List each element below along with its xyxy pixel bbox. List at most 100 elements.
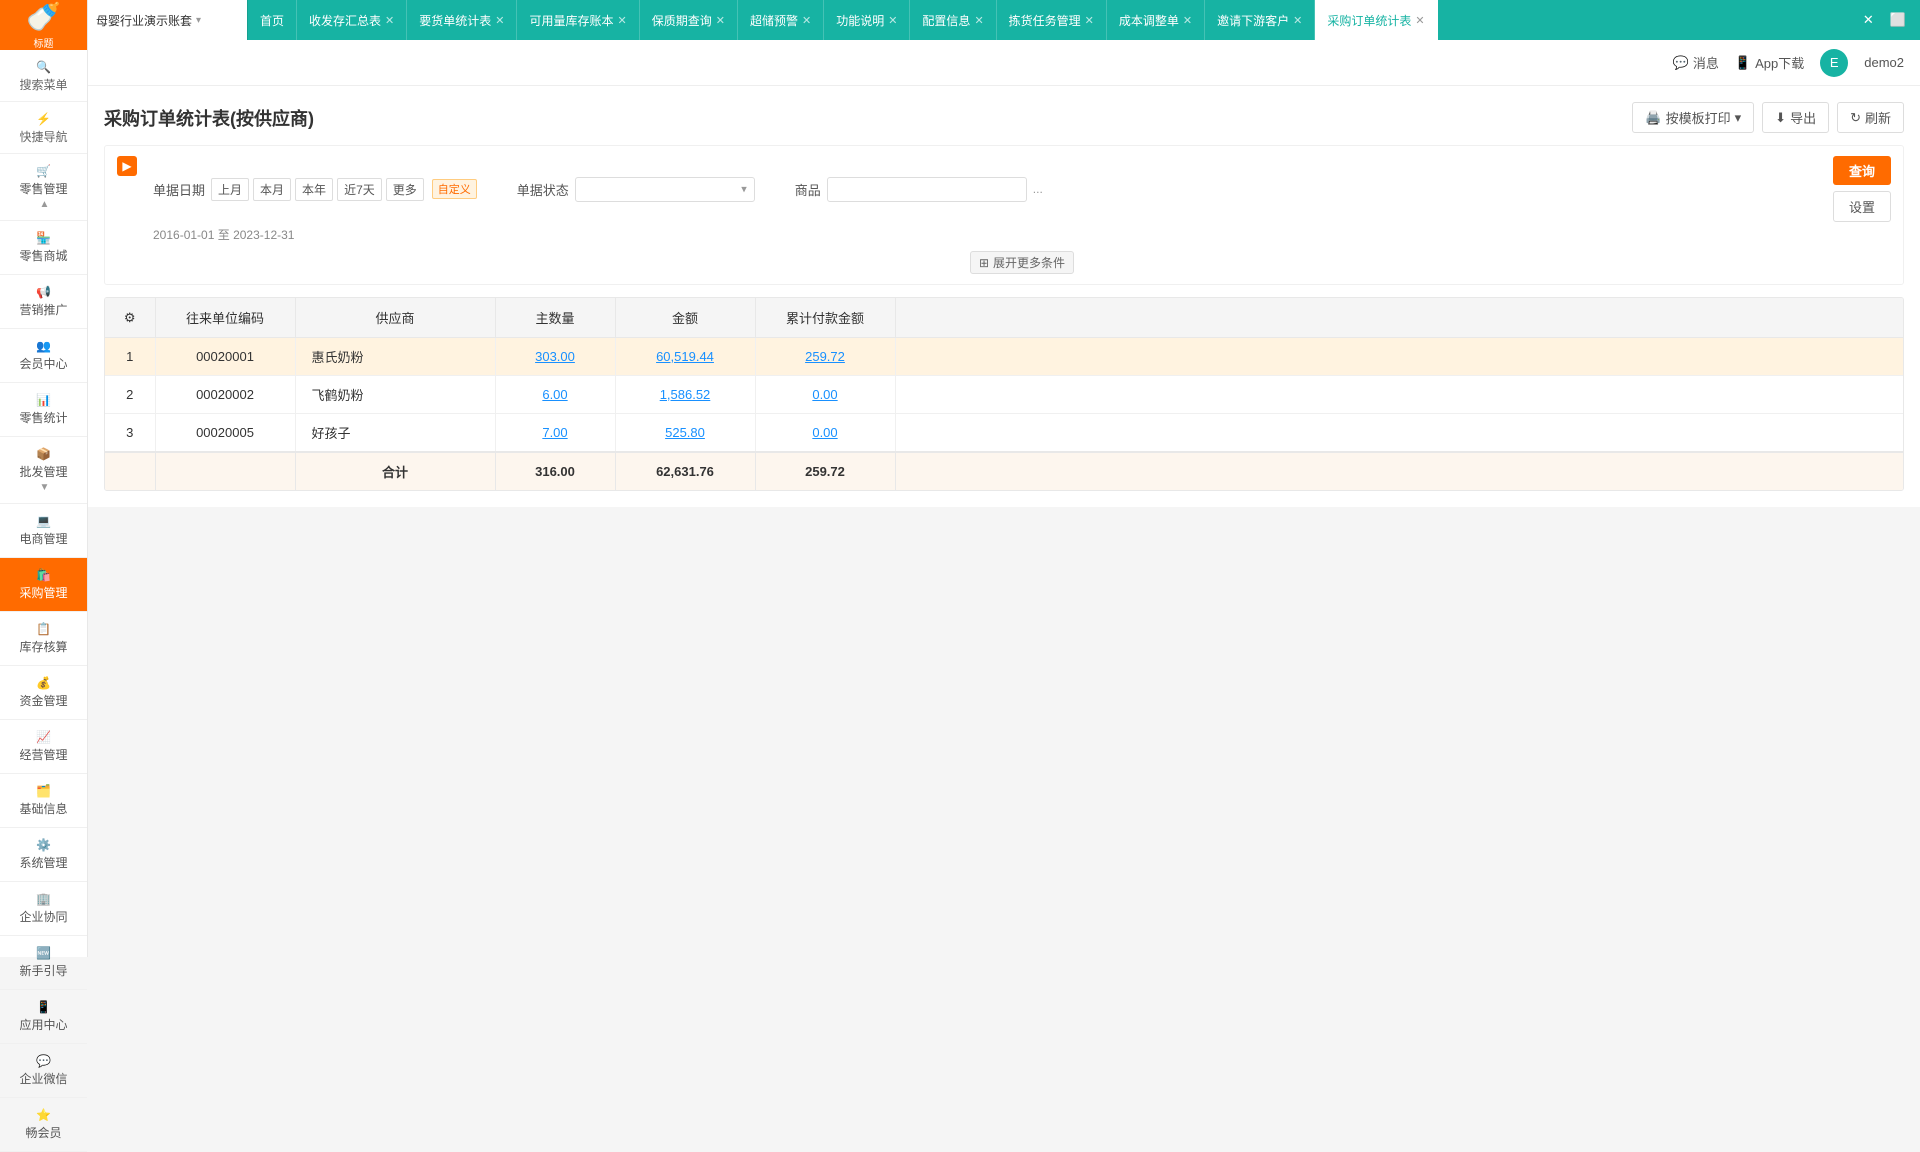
close-icon[interactable]: ✕: [618, 14, 627, 27]
topbar-tabs: 首页 收发存汇总表 ✕ 要货单统计表 ✕ 可用量库存账本 ✕ 保质期查询 ✕ 超…: [248, 0, 1849, 40]
sidebar-item-wholesale[interactable]: 📦 批发管理 ▼: [0, 437, 87, 504]
tab-task[interactable]: 拣货任务管理 ✕: [997, 0, 1107, 40]
goods-input[interactable]: [827, 177, 1027, 202]
tab-label: 拣货任务管理: [1009, 12, 1081, 29]
close-icon[interactable]: ✕: [888, 14, 897, 27]
close-icon[interactable]: ✕: [495, 14, 504, 27]
sidebar-item-newbie[interactable]: 🆕 新手引导: [0, 936, 87, 990]
sidebar-item-label: 基础信息: [19, 800, 67, 817]
tab-order-stats[interactable]: 要货单统计表 ✕: [407, 0, 517, 40]
sidebar-item-label: 库存核算: [19, 638, 67, 655]
footer-amount: 62,631.76: [615, 452, 755, 490]
col-settings-icon[interactable]: ⚙: [105, 298, 155, 338]
sidebar-item-retail-shop[interactable]: 🏪 零售商城: [0, 221, 87, 275]
expand-conditions-btn[interactable]: ⊞ 展开更多条件: [970, 251, 1074, 274]
sidebar-search-label: 搜索菜单: [4, 76, 83, 93]
tab-cost[interactable]: 成本调整单 ✕: [1107, 0, 1205, 40]
filter-toggle-btn[interactable]: ▶: [117, 156, 137, 176]
sidebar-item-appstore[interactable]: 📱 应用中心: [0, 990, 87, 1044]
cell-amount[interactable]: 60,519.44: [615, 338, 755, 376]
close-window-btn[interactable]: ✕: [1859, 10, 1878, 30]
cell-paid[interactable]: 0.00: [755, 414, 895, 453]
footer-empty: [105, 452, 155, 490]
account-dropdown[interactable]: 母婴行业演示账套 ▾: [88, 0, 248, 40]
sidebar-item-finance[interactable]: 💰 资金管理: [0, 666, 87, 720]
sidebar-item-purchase[interactable]: 🛍️ 采购管理: [0, 558, 87, 612]
query-btn[interactable]: 查询: [1833, 156, 1891, 185]
sidebar-item-operations[interactable]: 📈 经营管理: [0, 720, 87, 774]
stats-icon: 📊: [36, 393, 51, 407]
sidebar-search-item[interactable]: 🔍 搜索菜单: [0, 50, 87, 102]
tab-expiry[interactable]: 保质期查询 ✕: [640, 0, 738, 40]
sidebar-item-members[interactable]: 👥 会员中心: [0, 329, 87, 383]
cell-qty[interactable]: 303.00: [495, 338, 615, 376]
tab-receive[interactable]: 收发存汇总表 ✕: [297, 0, 407, 40]
sidebar-item-retail-stats[interactable]: 📊 零售统计: [0, 383, 87, 437]
finance-icon: 💰: [36, 676, 51, 690]
footer-label: 合计: [295, 452, 495, 490]
sidebar-item-label: 电商管理: [19, 530, 67, 547]
shortcut-this-year[interactable]: 本年: [295, 178, 333, 201]
filter-status-item: 单据状态: [517, 177, 755, 202]
cell-paid[interactable]: 0.00: [755, 376, 895, 414]
expand-icon: ⊞: [979, 256, 989, 270]
sidebar-item-label: 新手引导: [19, 962, 67, 979]
user-name[interactable]: demo2: [1864, 55, 1904, 70]
settings-btn[interactable]: 设置: [1833, 191, 1891, 222]
shortcut-last-month[interactable]: 上月: [211, 178, 249, 201]
shortcut-7days[interactable]: 近7天: [337, 178, 382, 201]
tab-home[interactable]: 首页: [248, 0, 297, 40]
close-icon[interactable]: ✕: [1415, 14, 1424, 27]
header-app-btn[interactable]: 📱 App下载: [1735, 53, 1804, 72]
page-actions: 🖨️ 按模板打印 ▾ ⬇ 导出 ↻ 刷新: [1632, 102, 1904, 133]
tab-invite[interactable]: 邀请下游客户 ✕: [1205, 0, 1315, 40]
sidebar-item-ecommerce[interactable]: 💻 电商管理: [0, 504, 87, 558]
sidebar-item-label: 零售统计: [19, 409, 67, 426]
tab-config[interactable]: 配置信息 ✕: [910, 0, 996, 40]
sidebar-nav-item[interactable]: ⚡ 快捷导航: [0, 102, 87, 154]
close-icon[interactable]: ✕: [1293, 14, 1302, 27]
close-icon[interactable]: ✕: [385, 14, 394, 27]
cell-code: 00020002: [155, 376, 295, 414]
col-code-header: 往来单位编码: [155, 298, 295, 338]
shortcut-this-month[interactable]: 本月: [253, 178, 291, 201]
sidebar-item-label: 系统管理: [19, 854, 67, 871]
status-select[interactable]: [575, 177, 755, 202]
print-btn[interactable]: 🖨️ 按模板打印 ▾: [1632, 102, 1754, 133]
sidebar-item-vip[interactable]: ⭐ 畅会员: [0, 1098, 87, 1152]
tab-function[interactable]: 功能说明 ✕: [824, 0, 910, 40]
cell-qty[interactable]: 7.00: [495, 414, 615, 453]
tab-stock-book[interactable]: 可用量库存账本 ✕: [517, 0, 639, 40]
sidebar-item-system[interactable]: ⚙️ 系统管理: [0, 828, 87, 882]
header-msg-btn[interactable]: 💬 消息: [1673, 53, 1719, 72]
maximize-window-btn[interactable]: ⬜: [1886, 10, 1910, 30]
tab-overstock[interactable]: 超储预警 ✕: [738, 0, 824, 40]
sidebar-item-label: 营销推广: [19, 301, 67, 318]
close-icon[interactable]: ✕: [716, 14, 725, 27]
close-icon[interactable]: ✕: [974, 14, 983, 27]
export-btn[interactable]: ⬇ 导出: [1762, 102, 1829, 133]
close-icon[interactable]: ✕: [1183, 14, 1192, 27]
account-name: 母婴行业演示账套: [96, 12, 192, 29]
cell-amount[interactable]: 1,586.52: [615, 376, 755, 414]
close-icon[interactable]: ✕: [1085, 14, 1094, 27]
more-options-btn[interactable]: ...: [1033, 182, 1043, 196]
sidebar-item-inventory[interactable]: 📋 库存核算: [0, 612, 87, 666]
sidebar-item-label: 会员中心: [19, 355, 67, 372]
cell-qty[interactable]: 6.00: [495, 376, 615, 414]
tab-label: 配置信息: [922, 12, 970, 29]
sidebar-item-marketing[interactable]: 📢 营销推广: [0, 275, 87, 329]
sidebar-item-enterprise[interactable]: 🏢 企业协同: [0, 882, 87, 936]
user-avatar[interactable]: E: [1820, 49, 1848, 77]
tab-purchase-stats[interactable]: 采购订单统计表 ✕: [1315, 0, 1437, 40]
cell-paid[interactable]: 259.72: [755, 338, 895, 376]
table-header-row: ⚙ 往来单位编码 供应商 主数量 金额 累计付款金额: [105, 298, 1903, 338]
sidebar-item-basic[interactable]: 🗂️ 基础信息: [0, 774, 87, 828]
sidebar-item-wechat[interactable]: 💬 企业微信: [0, 1044, 87, 1098]
cell-amount[interactable]: 525.80: [615, 414, 755, 453]
sidebar-item-retail[interactable]: 🛒 零售管理 ▲: [0, 154, 87, 221]
refresh-btn[interactable]: ↻ 刷新: [1837, 102, 1904, 133]
shortcut-more[interactable]: 更多: [386, 178, 424, 201]
custom-date-badge: 自定义: [432, 179, 477, 199]
close-icon[interactable]: ✕: [802, 14, 811, 27]
